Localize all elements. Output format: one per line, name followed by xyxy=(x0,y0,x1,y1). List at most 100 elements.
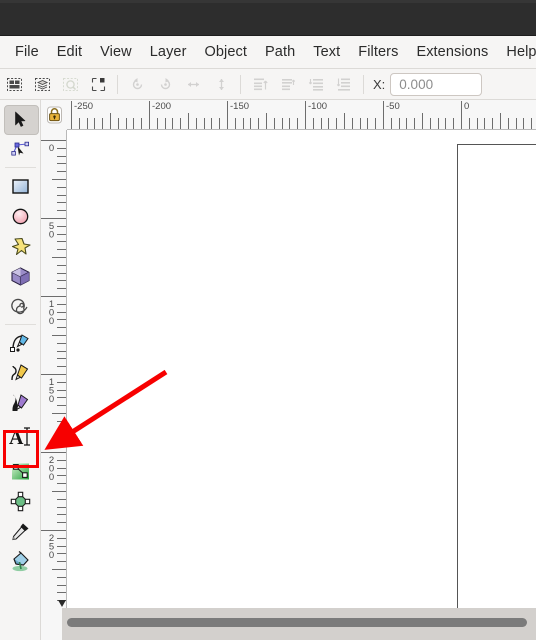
ruler-minor-tick xyxy=(133,118,135,129)
select-all-icon[interactable] xyxy=(0,72,28,97)
toolbox-divider-2 xyxy=(4,324,36,325)
ruler-minor-tick xyxy=(507,118,509,129)
ruler-minor-tick xyxy=(429,118,431,129)
selection-button-group xyxy=(0,69,112,99)
ruler-minor-tick xyxy=(242,118,244,129)
ruler-label: -250 xyxy=(74,101,94,112)
ruler-minor-tick xyxy=(57,537,66,539)
toolbox: A xyxy=(0,100,41,640)
lower-to-bottom-icon xyxy=(330,72,358,97)
ruler-major-tick xyxy=(41,140,66,141)
ruler-minor-tick xyxy=(375,118,377,129)
ruler-minor-tick xyxy=(57,444,66,446)
ruler-minor-tick xyxy=(57,249,66,251)
ruler-minor-tick xyxy=(57,420,66,422)
horizontal-scrollbar[interactable] xyxy=(62,608,536,640)
ruler-minor-tick xyxy=(250,118,252,129)
horizontal-ruler[interactable]: -250 -200 -150 -100 -50 0 xyxy=(41,100,536,130)
menu-edit[interactable]: Edit xyxy=(48,41,91,63)
svg-text:A: A xyxy=(9,427,24,449)
ruler-minor-tick xyxy=(57,428,66,430)
horizontal-scrollbar-thumb[interactable] xyxy=(67,618,527,627)
select-same-icon[interactable] xyxy=(84,72,112,97)
ruler-minor-tick xyxy=(102,118,104,129)
ellipse-tool[interactable] xyxy=(0,201,41,231)
ruler-minor-tick xyxy=(437,118,439,129)
menu-file[interactable]: File xyxy=(6,41,48,63)
ruler-minor-tick xyxy=(57,514,66,516)
menu-text[interactable]: Text xyxy=(304,41,349,63)
ruler-minor-tick xyxy=(281,118,283,129)
x-coordinate-label: X: xyxy=(373,76,386,92)
paint-bucket-tool[interactable] xyxy=(0,546,41,576)
selector-tool[interactable] xyxy=(0,104,41,135)
ruler-minor-tick xyxy=(141,118,143,129)
ruler-minor-tick xyxy=(57,342,66,344)
lock-icon xyxy=(46,106,62,124)
ruler-minor-tick xyxy=(52,491,66,492)
pencil-tool[interactable] xyxy=(0,358,41,388)
dropper-tool[interactable] xyxy=(0,516,41,546)
bezier-tool[interactable] xyxy=(0,328,41,358)
select-all-layers-icon[interactable] xyxy=(28,72,56,97)
ruler-minor-tick xyxy=(86,118,88,129)
ruler-major-tick xyxy=(71,101,72,129)
menu-layer[interactable]: Layer xyxy=(141,41,196,63)
ruler-minor-tick xyxy=(57,210,66,212)
ruler-minor-tick xyxy=(312,118,314,129)
ruler-minor-tick xyxy=(57,358,66,360)
raise-to-top-icon xyxy=(246,72,274,97)
ruler-minor-tick xyxy=(258,118,260,129)
menu-help[interactable]: Help xyxy=(497,41,536,63)
ruler-minor-tick xyxy=(492,118,494,129)
ruler-minor-tick xyxy=(203,118,205,129)
canvas-container: -250 -200 -150 -100 -50 0 0 50 100 150 200 250 xyxy=(41,100,536,640)
ruler-minor-tick xyxy=(57,194,66,196)
x-coordinate-input[interactable]: 0.000 xyxy=(390,72,483,96)
ruler-minor-tick xyxy=(52,335,66,336)
ruler-minor-tick xyxy=(390,118,392,129)
ruler-minor-tick xyxy=(117,118,119,129)
ruler-label: -50 xyxy=(386,101,400,112)
rectangle-tool[interactable] xyxy=(0,171,41,201)
box3d-tool[interactable] xyxy=(0,261,41,291)
menu-path[interactable]: Path xyxy=(256,41,304,63)
ruler-minor-tick xyxy=(57,522,66,524)
scroll-down-arrow-icon[interactable] xyxy=(57,598,67,608)
star-tool[interactable] xyxy=(0,231,41,261)
ruler-minor-tick xyxy=(57,241,66,243)
ruler-minor-tick xyxy=(195,118,197,129)
gradient-tool[interactable] xyxy=(0,456,41,486)
vertical-ruler[interactable]: 0 50 100 150 200 250 xyxy=(41,130,67,640)
ruler-major-tick xyxy=(41,374,66,375)
menu-extensions[interactable]: Extensions xyxy=(407,41,497,63)
ruler-minor-tick xyxy=(156,118,158,129)
ruler-minor-tick xyxy=(57,171,66,173)
menu-view[interactable]: View xyxy=(91,41,141,63)
ruler-minor-tick xyxy=(57,327,66,329)
toolbar-divider-2 xyxy=(240,74,241,94)
inkscape-window: File Edit View Layer Object Path Text Fi… xyxy=(0,0,536,640)
ruler-minor-tick xyxy=(57,233,66,235)
calligraphy-tool[interactable] xyxy=(0,388,41,418)
ruler-minor-tick xyxy=(398,118,400,129)
menu-filters[interactable]: Filters xyxy=(349,41,407,63)
text-tool[interactable]: A xyxy=(0,418,41,456)
ruler-lock-corner[interactable] xyxy=(41,100,67,130)
ruler-minor-tick xyxy=(476,118,478,129)
ruler-minor-tick xyxy=(57,202,66,204)
document-page[interactable] xyxy=(457,144,536,614)
node-tool[interactable] xyxy=(0,134,41,164)
drawing-canvas[interactable] xyxy=(67,130,536,640)
menu-object[interactable]: Object xyxy=(196,41,257,63)
spiral-tool[interactable] xyxy=(0,291,41,321)
lower-icon xyxy=(302,72,330,97)
ruler-minor-tick xyxy=(57,545,66,547)
ruler-minor-tick xyxy=(234,118,236,129)
ruler-minor-tick xyxy=(57,389,66,391)
ruler-major-tick xyxy=(41,218,66,219)
ruler-minor-tick xyxy=(445,118,447,129)
ruler-minor-tick xyxy=(320,118,322,129)
ruler-minor-tick xyxy=(211,118,213,129)
tweak-tool[interactable] xyxy=(0,486,41,516)
